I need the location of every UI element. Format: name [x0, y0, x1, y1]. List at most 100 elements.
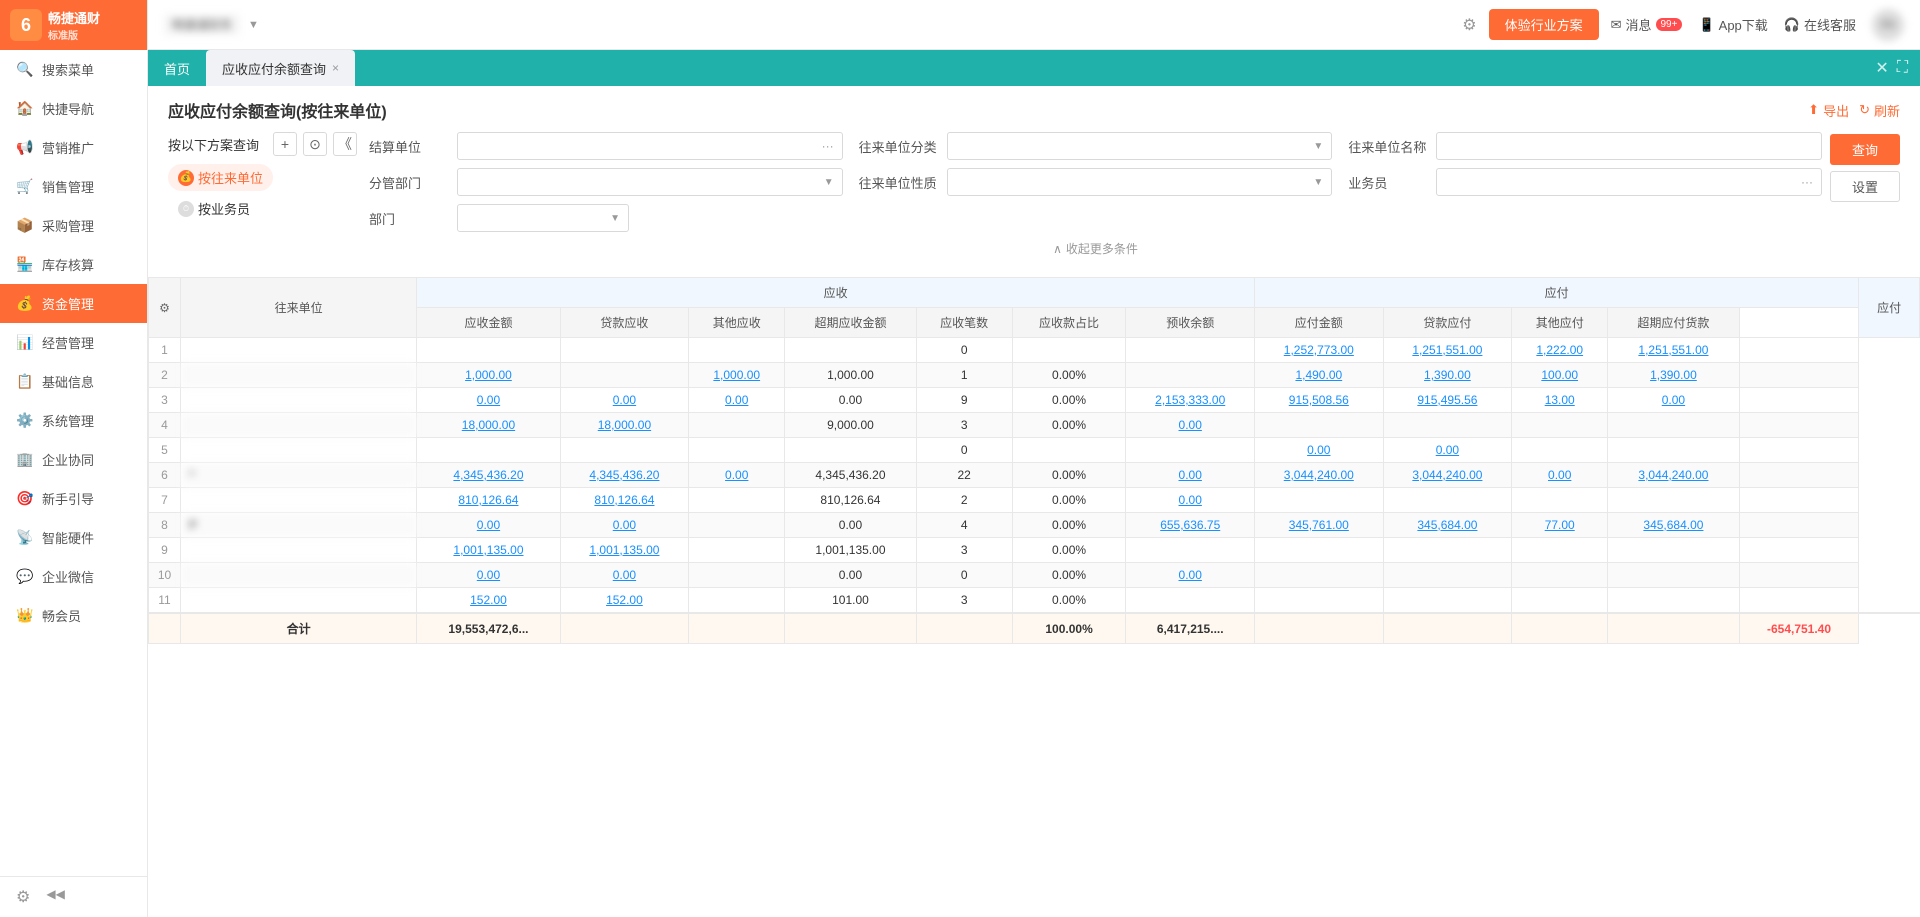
table-row: 6 ^ 4,345,436.20 4,345,436.20 0.00 4,345…: [149, 463, 1920, 488]
unit-nature-select[interactable]: ▼: [947, 168, 1333, 196]
scheme-item-partner[interactable]: 💰 按往来单位: [168, 164, 273, 191]
service-icon: 🎧: [1784, 17, 1800, 33]
scheme-selector: 按以下方案查询 + ⊙ 《 💰 按往来单位 ⏱: [168, 132, 357, 261]
overdue-payable: 1,390.00: [1608, 363, 1739, 388]
payable-extra: [1739, 338, 1859, 363]
payable-amount: 345,761.00: [1255, 513, 1384, 538]
footer-settings-cell: [149, 613, 181, 644]
tab-close-icon[interactable]: ×: [332, 61, 339, 75]
tab-receivable[interactable]: 应收应付余额查询 ×: [206, 50, 355, 86]
sidebar-item-search[interactable]: 🔍 搜索菜单: [0, 50, 147, 89]
export-button[interactable]: ⬆ 导出: [1808, 101, 1849, 120]
salesman-dots: ···: [1801, 175, 1813, 189]
close-window-icon[interactable]: ✕: [1875, 58, 1888, 78]
sidebar-settings-icon[interactable]: ⚙: [16, 887, 30, 907]
maximize-icon[interactable]: ⛶: [1897, 59, 1908, 77]
settings-button[interactable]: 设置: [1830, 171, 1900, 202]
topbar-gear-icon[interactable]: ⚙: [1462, 15, 1476, 35]
sidebar-item-nav[interactable]: 🏠 快捷导航: [0, 89, 147, 128]
loan-payable: [1383, 538, 1512, 563]
sidebar-collapse-icon[interactable]: ◀◀: [46, 887, 64, 907]
tab-home[interactable]: 首页: [148, 50, 206, 86]
payable-extra: [1739, 463, 1859, 488]
table-footer: 合计 19,553,472,6... 100.00% 6,417,215....: [149, 613, 1920, 644]
payable-amount: [1255, 538, 1384, 563]
prepaid: [1126, 338, 1255, 363]
other-receivable: [689, 563, 785, 588]
row-num: 4: [149, 413, 181, 438]
filter-add-btn[interactable]: +: [273, 132, 297, 156]
unit-name-input[interactable]: [1436, 132, 1822, 160]
refresh-button[interactable]: ↻ 刷新: [1859, 101, 1900, 120]
salesman-input[interactable]: ···: [1436, 168, 1822, 196]
receivable-ratio: 0.00%: [1012, 538, 1126, 563]
sidebar-item-member[interactable]: 👑 畅会员: [0, 596, 147, 635]
receivable-count: 0: [916, 563, 1012, 588]
system-icon: ⚙️: [16, 412, 34, 430]
dept2-select[interactable]: ▼: [457, 204, 629, 232]
sidebar-item-marketing[interactable]: 📢 营销推广: [0, 128, 147, 167]
filter-action-btns: 查询 设置: [1830, 132, 1900, 261]
corp-icon: 🏢: [16, 451, 34, 469]
other-receivable: [689, 338, 785, 363]
filter-area: 按以下方案查询 + ⊙ 《 💰 按往来单位 ⏱: [148, 122, 1920, 277]
overdue-amount: 9,000.00: [785, 413, 916, 438]
logo-text: 畅捷通财 标准版: [48, 8, 100, 42]
row-num: 10: [149, 563, 181, 588]
marketing-icon: 📢: [16, 139, 34, 157]
dept-select[interactable]: ▼: [457, 168, 843, 196]
other-payable: [1512, 438, 1608, 463]
table-gear-icon[interactable]: ⚙: [157, 301, 172, 315]
solution-button[interactable]: 体验行业方案: [1489, 9, 1599, 40]
table-row: 5 0 0.00 0.00: [149, 438, 1920, 463]
payable-amount: 915,508.56: [1255, 388, 1384, 413]
payable-extra: [1739, 388, 1859, 413]
sidebar-item-guide[interactable]: 🎯 新手引导: [0, 479, 147, 518]
receivable-ratio: 0.00%: [1012, 388, 1126, 413]
receivable-ratio: 0.00%: [1012, 413, 1126, 438]
footer-receivable-ratio: 100.00%: [1012, 613, 1126, 644]
jiesuan-dots: ···: [822, 139, 834, 153]
receivable-ratio: 0.00%: [1012, 463, 1126, 488]
query-button[interactable]: 查询: [1830, 134, 1900, 165]
sidebar-item-base[interactable]: 📋 基础信息: [0, 362, 147, 401]
topbar-online-service[interactable]: 🎧 在线客服: [1784, 15, 1856, 34]
sidebar-item-purchase[interactable]: 📦 采购管理: [0, 206, 147, 245]
overdue-payable: [1608, 488, 1739, 513]
receivable-amount: 4,345,436.20: [417, 463, 560, 488]
user-avatar[interactable]: Rit: [1872, 9, 1904, 41]
sidebar-item-inventory[interactable]: 🏪 库存核算: [0, 245, 147, 284]
sidebar-item-management[interactable]: 📊 经营管理: [0, 323, 147, 362]
jiesuan-unit-input[interactable]: ···: [457, 132, 843, 160]
topbar-message[interactable]: ✉ 消息 99+: [1611, 15, 1683, 34]
sidebar-item-system[interactable]: ⚙️ 系统管理: [0, 401, 147, 440]
page-content: 应收应付余额查询(按往来单位) ⬆ 导出 ↻ 刷新 按以下方案查询: [148, 86, 1920, 917]
partner-name: [181, 338, 417, 363]
receivable-amount: 0.00: [417, 513, 560, 538]
collapse-more[interactable]: ∧ 收起更多条件: [369, 236, 1822, 261]
receivable-ratio: 0.00%: [1012, 363, 1126, 388]
other-payable: 0.00: [1512, 463, 1608, 488]
row-num: 5: [149, 438, 181, 463]
unit-classify-select[interactable]: ▼: [947, 132, 1333, 160]
col-settings[interactable]: ⚙: [149, 278, 181, 338]
overdue-amount: 4,345,436.20: [785, 463, 916, 488]
unit-classify-chevron: ▼: [1313, 141, 1323, 152]
col-loan-receivable: 贷款应收: [560, 308, 689, 338]
scheme-item-salesman[interactable]: ⏱ 按业务员: [168, 195, 273, 222]
topbar-app-download[interactable]: 📱 App下载: [1698, 15, 1767, 34]
other-receivable: 0.00: [689, 388, 785, 413]
loan-receivable: 0.00: [560, 563, 689, 588]
filter-collapse-btn[interactable]: 《: [333, 132, 357, 156]
sidebar-item-wechat[interactable]: 💬 企业微信: [0, 557, 147, 596]
tabbar-actions: ✕ ⛶: [1875, 58, 1920, 78]
loan-receivable: [560, 438, 689, 463]
sidebar-item-corp[interactable]: 🏢 企业协同: [0, 440, 147, 479]
sidebar-item-sales[interactable]: 🛒 销售管理: [0, 167, 147, 206]
loan-receivable: 1,001,135.00: [560, 538, 689, 563]
filter-settings-btn[interactable]: ⊙: [303, 132, 327, 156]
table-wrapper[interactable]: ⚙ 往来单位 应收 应付 应付 应收金额 贷款应收 其他应收 超期应收金额: [148, 277, 1920, 917]
topbar: 畅捷通财务 ▼ ⚙ 体验行业方案 ✉ 消息 99+ 📱 App下载 🎧 在线客服…: [148, 0, 1920, 50]
sidebar-item-finance[interactable]: 💰 资金管理: [0, 284, 147, 323]
sidebar-item-hardware[interactable]: 📡 智能硬件: [0, 518, 147, 557]
